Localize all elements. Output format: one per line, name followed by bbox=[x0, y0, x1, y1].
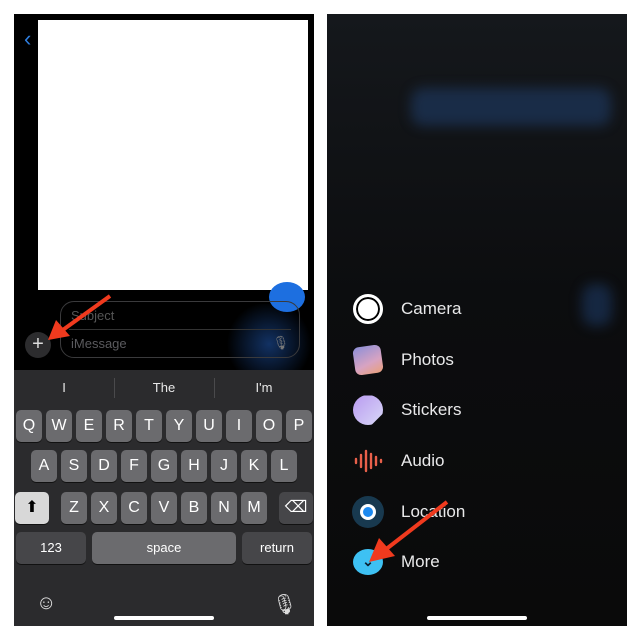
chevron-down-icon: ⌄ bbox=[351, 545, 385, 579]
suggestion[interactable]: The bbox=[114, 380, 214, 395]
key-d[interactable]: D bbox=[91, 450, 117, 482]
camera-icon bbox=[351, 292, 385, 326]
compose-field[interactable]: Subject iMessage 🎙 bbox=[60, 301, 300, 358]
keyboard: I The I'm QWERTYUIOP ASDFGHJKL ⬆ ZXCVBNM… bbox=[14, 370, 314, 626]
menu-item-label: Stickers bbox=[401, 400, 462, 420]
dictation-microphone-icon[interactable]: 🎙 bbox=[272, 592, 297, 617]
photos-icon bbox=[351, 343, 385, 377]
menu-item-label: Audio bbox=[401, 451, 445, 471]
key-i[interactable]: I bbox=[226, 410, 252, 442]
key-v[interactable]: V bbox=[151, 492, 177, 524]
menu-item-label: Photos bbox=[401, 349, 454, 369]
key-p[interactable]: P bbox=[286, 410, 312, 442]
stickers-icon bbox=[351, 393, 385, 427]
key-r[interactable]: R bbox=[106, 410, 132, 442]
return-key[interactable]: return bbox=[242, 532, 312, 564]
home-indicator[interactable] bbox=[114, 616, 214, 620]
key-q[interactable]: Q bbox=[16, 410, 42, 442]
divider bbox=[69, 329, 291, 330]
menu-item-label: Location bbox=[401, 501, 466, 521]
location-icon bbox=[351, 495, 385, 529]
key-e[interactable]: E bbox=[76, 410, 102, 442]
microphone-icon[interactable]: 🎙 bbox=[272, 335, 289, 351]
delete-key[interactable]: ⌫ bbox=[279, 492, 313, 524]
key-c[interactable]: C bbox=[121, 492, 147, 524]
key-f[interactable]: F bbox=[121, 450, 147, 482]
plus-button[interactable]: + bbox=[25, 332, 51, 358]
key-j[interactable]: J bbox=[211, 450, 237, 482]
key-x[interactable]: X bbox=[91, 492, 117, 524]
key-l[interactable]: L bbox=[271, 450, 297, 482]
redacted-area bbox=[38, 20, 308, 290]
key-a[interactable]: A bbox=[31, 450, 57, 482]
menu-item-stickers[interactable]: Stickers bbox=[351, 385, 465, 436]
key-s[interactable]: S bbox=[61, 450, 87, 482]
key-t[interactable]: T bbox=[136, 410, 162, 442]
key-b[interactable]: B bbox=[181, 492, 207, 524]
right-screenshot-apps-menu: Camera Photos Stickers Audio Location ⌄ … bbox=[327, 14, 627, 626]
menu-item-camera[interactable]: Camera bbox=[351, 284, 465, 335]
subject-input[interactable]: Subject bbox=[71, 308, 114, 323]
key-o[interactable]: O bbox=[256, 410, 282, 442]
key-row-3-letters: ZXCVBNM bbox=[61, 492, 267, 524]
menu-item-location[interactable]: Location bbox=[351, 486, 465, 537]
menu-item-more[interactable]: ⌄ More bbox=[351, 537, 465, 588]
blurred-bubble bbox=[582, 284, 612, 326]
menu-item-photos[interactable]: Photos bbox=[351, 335, 465, 386]
audio-icon bbox=[351, 444, 385, 478]
left-screenshot-messages: ‹ Subject iMessage 🎙 + I The I'm QWERTYU… bbox=[14, 14, 314, 626]
home-indicator[interactable] bbox=[427, 616, 527, 620]
shift-key[interactable]: ⬆ bbox=[15, 492, 49, 524]
key-w[interactable]: W bbox=[46, 410, 72, 442]
key-y[interactable]: Y bbox=[166, 410, 192, 442]
key-k[interactable]: K bbox=[241, 450, 267, 482]
key-row-4: 123 space return bbox=[14, 532, 314, 564]
suggestion[interactable]: I bbox=[14, 380, 114, 395]
key-u[interactable]: U bbox=[196, 410, 222, 442]
apps-menu: Camera Photos Stickers Audio Location ⌄ … bbox=[351, 284, 465, 588]
key-z[interactable]: Z bbox=[61, 492, 87, 524]
menu-item-label: More bbox=[401, 552, 440, 572]
blurred-bubble bbox=[411, 88, 611, 126]
key-row-3: ⬆ ZXCVBNM ⌫ bbox=[14, 492, 314, 524]
key-g[interactable]: G bbox=[151, 450, 177, 482]
key-row-2: ASDFGHJKL bbox=[14, 450, 314, 482]
numbers-key[interactable]: 123 bbox=[16, 532, 86, 564]
message-input[interactable]: iMessage bbox=[71, 336, 127, 351]
space-key[interactable]: space bbox=[92, 532, 236, 564]
emoji-icon[interactable]: ☺ bbox=[36, 592, 56, 615]
suggestion[interactable]: I'm bbox=[214, 380, 314, 395]
key-m[interactable]: M bbox=[241, 492, 267, 524]
key-row-1: QWERTYUIOP bbox=[14, 410, 314, 442]
key-n[interactable]: N bbox=[211, 492, 237, 524]
menu-item-label: Camera bbox=[401, 299, 462, 319]
menu-item-audio[interactable]: Audio bbox=[351, 436, 465, 487]
key-h[interactable]: H bbox=[181, 450, 207, 482]
back-chevron-icon[interactable]: ‹ bbox=[24, 26, 31, 52]
